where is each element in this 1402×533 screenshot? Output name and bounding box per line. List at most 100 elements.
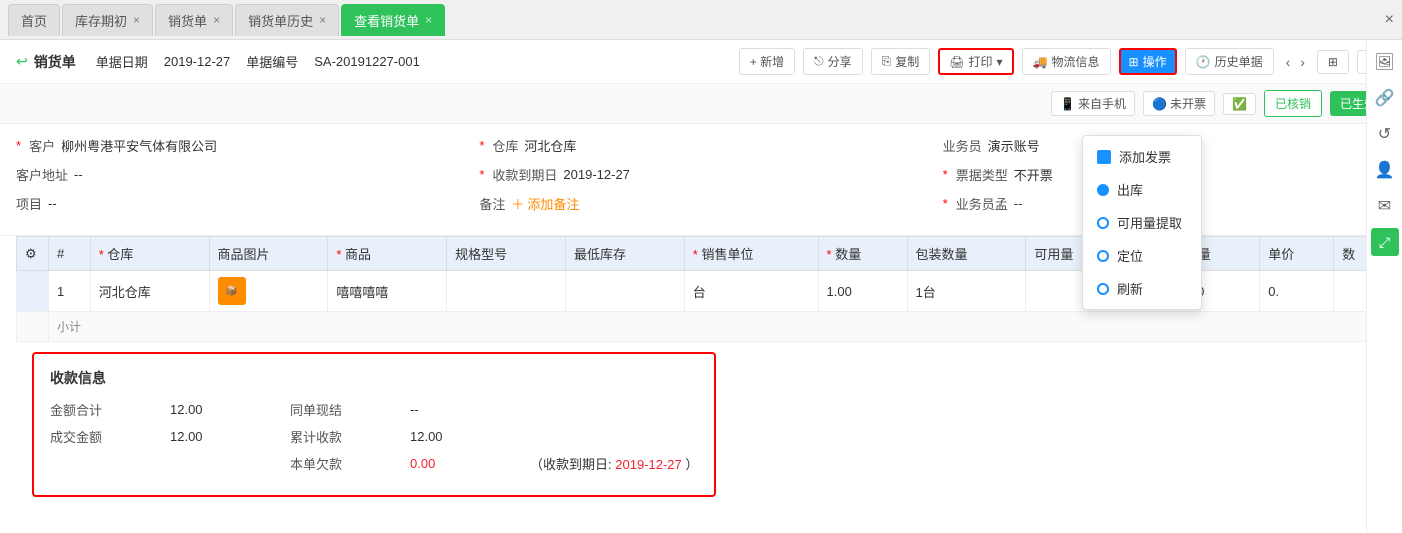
doc-header: ↩ 销货单 单据日期 2019-12-27 单据编号 SA-20191227-0… [0, 40, 1402, 84]
add-invoice-item[interactable]: 添加发票 [1083, 140, 1201, 173]
row-unit-price: 0. [1260, 271, 1334, 312]
share-button[interactable]: ⎋ 分享 [803, 48, 863, 75]
doc-title: 销货单 [34, 52, 76, 72]
warehouse-field: * 仓库 河北仓库 [479, 136, 922, 155]
outbound-item[interactable]: 出库 [1083, 173, 1201, 206]
row-pack-qty: 1台 [907, 271, 1026, 312]
payment-wrapper: 收款信息 金额合计 12.00 同单现结 -- 成交金额 12.00 累计收款 … [0, 342, 1402, 507]
spec-col-header: 规格型号 [447, 237, 566, 271]
print-button[interactable]: 🖨 打印 ▾ [938, 48, 1013, 75]
product-image: 📦 [218, 277, 246, 305]
unit-price-col-header: 单价 [1260, 237, 1334, 271]
ticket-icon: 🔵 [1152, 97, 1167, 111]
row-sales-unit: 台 [684, 271, 818, 312]
nav-arrows: ‹ › [1282, 52, 1309, 72]
sidebar-link-icon[interactable]: 🔗 [1371, 84, 1399, 112]
subtotal-label: 小计 [49, 312, 1386, 342]
sidebar-user-icon[interactable]: 👤 [1371, 156, 1399, 184]
subtotal-row: 小计 [17, 312, 1386, 342]
phone-icon: 📱 [1060, 97, 1075, 111]
new-button[interactable]: + 新增 [739, 48, 795, 75]
product-col-header: * 商品 [328, 237, 447, 271]
doc-actions: + 新增 ⎋ 分享 ⎘ 复制 🖨 打印 ▾ 🚚 物流信息 [739, 48, 1386, 75]
row-warehouse: 河北仓库 [90, 271, 209, 312]
pack-qty-col-header: 包装数量 [907, 237, 1026, 271]
next-button[interactable]: › [1296, 52, 1309, 72]
sidebar-expand-icon[interactable]: ⤢ [1371, 228, 1399, 256]
customer-field: * 客户 柳州粤港平安气体有限公司 [16, 136, 459, 155]
available-qty-item[interactable]: 可用量提取 [1083, 206, 1201, 239]
share-icon: ⎋ [814, 54, 824, 69]
app-close-button[interactable]: × [1385, 11, 1394, 29]
not-open-button[interactable]: 🔵 未开票 [1143, 91, 1215, 116]
num-col-header: # [49, 237, 91, 271]
sidebar-mail-icon[interactable]: ✉ [1371, 192, 1399, 220]
warehouse-col-header: * 仓库 [90, 237, 209, 271]
date-value: 2019-12-27 [164, 54, 231, 69]
no-value: SA-20191227-001 [314, 54, 420, 69]
copy-icon: ⎘ [882, 54, 892, 69]
operation-button[interactable]: ⊞ 操作 [1119, 48, 1177, 75]
remark-field: 备注 ＋ 添加备注 [479, 194, 922, 213]
address-field: 客户地址 -- [16, 165, 459, 184]
copy-button[interactable]: ⎘ 复制 [871, 48, 931, 75]
row-gear [17, 271, 49, 312]
from-phone-button[interactable]: 📱 来自手机 [1051, 91, 1135, 116]
tab-close-history[interactable]: × [319, 13, 326, 27]
no-label: 单据编号 [246, 52, 298, 71]
prev-button[interactable]: ‹ [1282, 52, 1295, 72]
logistics-icon: 🚚 [1033, 55, 1048, 69]
tab-close-inventory[interactable]: × [133, 13, 140, 27]
product-img-col-header: 商品图片 [209, 237, 328, 271]
secondary-actions-bar: 📱 来自手机 🔵 未开票 ✅ 已核销 已生效 [0, 84, 1402, 124]
row-qty: 1.00 [818, 271, 907, 312]
locate-icon [1097, 250, 1109, 262]
sales-unit-col-header: * 销售单位 [684, 237, 818, 271]
tab-close-view[interactable]: × [425, 13, 432, 27]
tab-close-sales[interactable]: × [213, 13, 220, 27]
operation-icon: ⊞ [1129, 55, 1139, 69]
refresh-icon [1097, 283, 1109, 295]
tab-bar: 首页 库存期初 × 销货单 × 销货单历史 × 查看销货单 × × [0, 0, 1402, 40]
tab-sales-history[interactable]: 销货单历史 × [235, 4, 339, 36]
due-date-value: 2019-12-27 [615, 457, 682, 472]
add-invoice-icon [1097, 150, 1111, 164]
gear-col-header[interactable]: ⚙ [17, 237, 49, 271]
tab-inventory-init[interactable]: 库存期初 × [62, 4, 153, 36]
canceled-button[interactable]: 已核销 [1264, 90, 1322, 117]
sidebar-image-icon[interactable]: 🖼 [1371, 48, 1399, 76]
sidebar-refresh-icon[interactable]: ↺ [1371, 120, 1399, 148]
available-qty-icon [1097, 217, 1109, 229]
payment-row-2: 成交金额 12.00 累计收款 12.00 [50, 427, 698, 446]
operation-dropdown: 添加发票 出库 可用量提取 定位 刷新 [1082, 135, 1202, 310]
doc-meta: 单据日期 2019-12-27 单据编号 SA-20191227-001 [96, 52, 739, 71]
confirm-icon: ✅ [1232, 97, 1247, 111]
payment-row-3: 本单欠款 0.00 （收款到期日: 2019-12-27 ） [50, 454, 698, 473]
history-button[interactable]: 🕐 历史单据 [1185, 48, 1274, 75]
tab-sales-order[interactable]: 销货单 × [155, 4, 233, 36]
logistics-button[interactable]: 🚚 物流信息 [1022, 48, 1111, 75]
row-num: 1 [49, 271, 91, 312]
due-date-field: * 收款到期日 2019-12-27 [479, 165, 922, 184]
row-spec [447, 271, 566, 312]
row-product: 嘻嘻嘻嘻 [328, 271, 447, 312]
date-label: 单据日期 [96, 52, 148, 71]
refresh-item[interactable]: 刷新 [1083, 272, 1201, 305]
tab-view-sales[interactable]: 查看销货单 × [341, 4, 445, 36]
grid-view-button[interactable]: ⊞ [1317, 50, 1349, 74]
confirm-button[interactable]: ✅ [1223, 93, 1256, 115]
row-product-img: 📦 [209, 271, 328, 312]
payment-title: 收款信息 [50, 368, 698, 388]
tab-home[interactable]: 首页 [8, 4, 60, 36]
add-remark-button[interactable]: ＋ 添加备注 [511, 194, 579, 213]
plus-icon: ＋ [511, 194, 524, 213]
outbound-icon [1097, 184, 1109, 196]
print-icon: 🖨 [949, 55, 964, 69]
qty-col-header: * 数量 [818, 237, 907, 271]
min-stock-col-header: 最低库存 [565, 237, 684, 271]
print-dropdown-arrow: ▾ [997, 55, 1003, 69]
locate-item[interactable]: 定位 [1083, 239, 1201, 272]
row-min-stock [565, 271, 684, 312]
subtotal-gear [17, 312, 49, 342]
right-sidebar: 🖼 🔗 ↺ 👤 ✉ ⤢ [1366, 40, 1402, 533]
